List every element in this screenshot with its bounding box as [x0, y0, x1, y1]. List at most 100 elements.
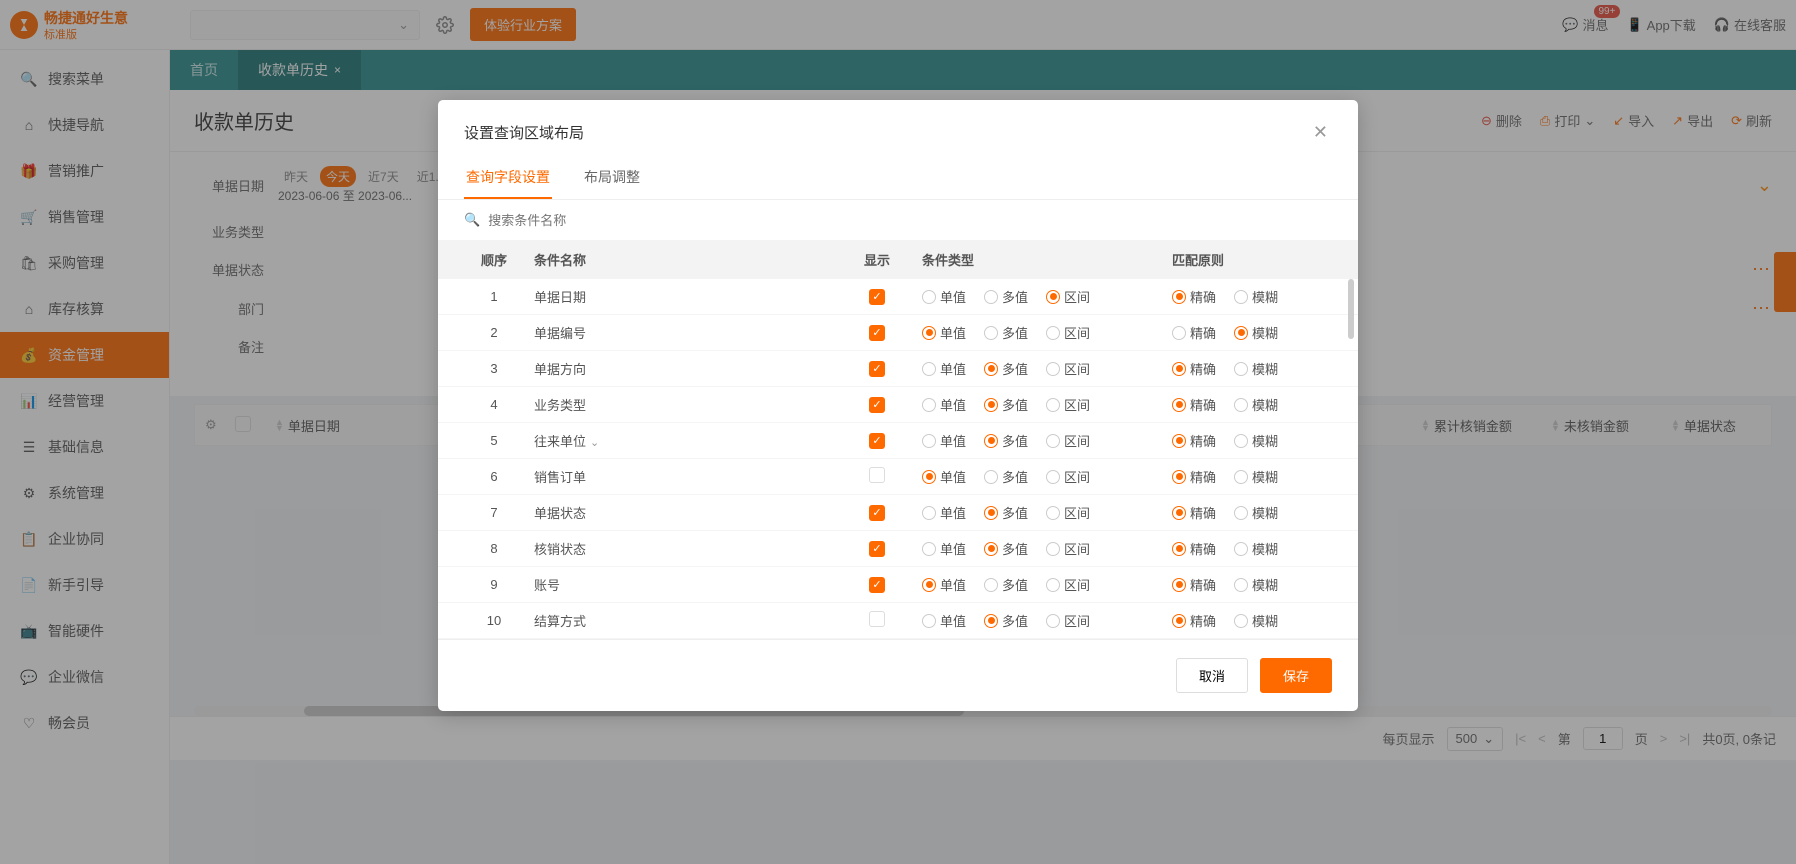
- row-order: 2: [464, 325, 524, 340]
- save-button[interactable]: 保存: [1260, 658, 1332, 693]
- row-name: 核销状态: [524, 539, 842, 558]
- radio-match-exact[interactable]: 精确: [1172, 287, 1216, 306]
- radio-icon: [1172, 542, 1186, 556]
- radio-type-range[interactable]: 区间: [1046, 431, 1090, 450]
- radio-match-fuzzy[interactable]: 模糊: [1234, 467, 1278, 486]
- radio-match-fuzzy[interactable]: 模糊: [1234, 395, 1278, 414]
- radio-match-fuzzy[interactable]: 模糊: [1234, 287, 1278, 306]
- radio-match-exact[interactable]: 精确: [1172, 611, 1216, 630]
- radio-type-range[interactable]: 区间: [1046, 611, 1090, 630]
- show-checkbox[interactable]: ✓: [869, 325, 885, 341]
- radio-icon: [922, 326, 936, 340]
- radio-type-multi[interactable]: 多值: [984, 611, 1028, 630]
- radio-match-exact[interactable]: 精确: [1172, 467, 1216, 486]
- radio-icon: [922, 542, 936, 556]
- radio-icon: [922, 470, 936, 484]
- modal-search: 🔍: [438, 200, 1358, 240]
- radio-type-multi[interactable]: 多值: [984, 359, 1028, 378]
- radio-match-fuzzy[interactable]: 模糊: [1234, 611, 1278, 630]
- radio-type-multi[interactable]: 多值: [984, 539, 1028, 558]
- radio-type-single[interactable]: 单值: [922, 611, 966, 630]
- radio-type-single[interactable]: 单值: [922, 287, 966, 306]
- show-checkbox[interactable]: ✓: [869, 541, 885, 557]
- radio-match-fuzzy[interactable]: 模糊: [1234, 503, 1278, 522]
- radio-type-range[interactable]: 区间: [1046, 395, 1090, 414]
- radio-type-multi[interactable]: 多值: [984, 467, 1028, 486]
- search-input[interactable]: [488, 213, 1332, 228]
- radio-match-fuzzy[interactable]: 模糊: [1234, 575, 1278, 594]
- radio-type-range[interactable]: 区间: [1046, 467, 1090, 486]
- search-icon: 🔍: [464, 212, 480, 228]
- row-name: 销售订单: [524, 467, 842, 486]
- row-name: 业务类型: [524, 395, 842, 414]
- radio-match-fuzzy[interactable]: 模糊: [1234, 323, 1278, 342]
- row-order: 10: [464, 613, 524, 628]
- radio-type-single[interactable]: 单值: [922, 575, 966, 594]
- show-checkbox[interactable]: ✓: [869, 289, 885, 305]
- show-checkbox[interactable]: [869, 611, 885, 627]
- radio-icon: [922, 506, 936, 520]
- th-name: 条件名称: [524, 250, 842, 269]
- modal-title: 设置查询区域布局: [464, 122, 584, 143]
- radio-type-range[interactable]: 区间: [1046, 359, 1090, 378]
- row-name: 单据编号: [524, 323, 842, 342]
- chevron-down-icon[interactable]: ⌄: [590, 437, 599, 449]
- radio-match-fuzzy[interactable]: 模糊: [1234, 431, 1278, 450]
- modal-footer: 取消 保存: [438, 639, 1358, 711]
- radio-type-range[interactable]: 区间: [1046, 503, 1090, 522]
- radio-icon: [922, 398, 936, 412]
- table-row: 3 单据方向 ✓ 单值 多值 区间 精确 模糊: [438, 351, 1358, 387]
- radio-type-single[interactable]: 单值: [922, 323, 966, 342]
- radio-match-fuzzy[interactable]: 模糊: [1234, 359, 1278, 378]
- radio-match-exact[interactable]: 精确: [1172, 539, 1216, 558]
- radio-icon: [1234, 326, 1248, 340]
- radio-match-exact[interactable]: 精确: [1172, 503, 1216, 522]
- table-row: 8 核销状态 ✓ 单值 多值 区间 精确 模糊: [438, 531, 1358, 567]
- radio-type-range[interactable]: 区间: [1046, 575, 1090, 594]
- radio-type-range[interactable]: 区间: [1046, 539, 1090, 558]
- show-checkbox[interactable]: ✓: [869, 397, 885, 413]
- radio-match-exact[interactable]: 精确: [1172, 431, 1216, 450]
- cancel-button[interactable]: 取消: [1176, 658, 1248, 693]
- radio-type-multi[interactable]: 多值: [984, 575, 1028, 594]
- table-row: 4 业务类型 ✓ 单值 多值 区间 精确 模糊: [438, 387, 1358, 423]
- radio-match-fuzzy[interactable]: 模糊: [1234, 539, 1278, 558]
- row-order: 1: [464, 289, 524, 304]
- radio-type-single[interactable]: 单值: [922, 503, 966, 522]
- radio-type-single[interactable]: 单值: [922, 395, 966, 414]
- radio-type-multi[interactable]: 多值: [984, 431, 1028, 450]
- radio-type-multi[interactable]: 多值: [984, 503, 1028, 522]
- radio-type-single[interactable]: 单值: [922, 359, 966, 378]
- radio-match-exact[interactable]: 精确: [1172, 359, 1216, 378]
- radio-type-range[interactable]: 区间: [1046, 287, 1090, 306]
- radio-icon: [1234, 290, 1248, 304]
- radio-type-multi[interactable]: 多值: [984, 287, 1028, 306]
- radio-icon: [984, 614, 998, 628]
- tab-layout[interactable]: 布局调整: [582, 157, 642, 199]
- radio-match-exact[interactable]: 精确: [1172, 575, 1216, 594]
- th-type: 条件类型: [912, 250, 1162, 269]
- show-checkbox[interactable]: ✓: [869, 577, 885, 593]
- show-checkbox[interactable]: ✓: [869, 361, 885, 377]
- radio-type-single[interactable]: 单值: [922, 467, 966, 486]
- radio-type-multi[interactable]: 多值: [984, 395, 1028, 414]
- show-checkbox[interactable]: ✓: [869, 505, 885, 521]
- show-checkbox[interactable]: ✓: [869, 433, 885, 449]
- radio-icon: [1172, 290, 1186, 304]
- vertical-scrollbar[interactable]: [1348, 279, 1354, 339]
- radio-type-single[interactable]: 单值: [922, 431, 966, 450]
- radio-icon: [984, 362, 998, 376]
- tab-fields[interactable]: 查询字段设置: [464, 157, 552, 199]
- radio-match-exact[interactable]: 精确: [1172, 395, 1216, 414]
- radio-type-single[interactable]: 单值: [922, 539, 966, 558]
- radio-icon: [1234, 398, 1248, 412]
- close-icon[interactable]: ✕: [1309, 118, 1332, 147]
- radio-icon: [984, 326, 998, 340]
- radio-match-exact[interactable]: 精确: [1172, 323, 1216, 342]
- radio-type-multi[interactable]: 多值: [984, 323, 1028, 342]
- show-checkbox[interactable]: [869, 467, 885, 483]
- radio-type-range[interactable]: 区间: [1046, 323, 1090, 342]
- radio-icon: [1234, 578, 1248, 592]
- radio-icon: [1172, 434, 1186, 448]
- row-name: 单据状态: [524, 503, 842, 522]
